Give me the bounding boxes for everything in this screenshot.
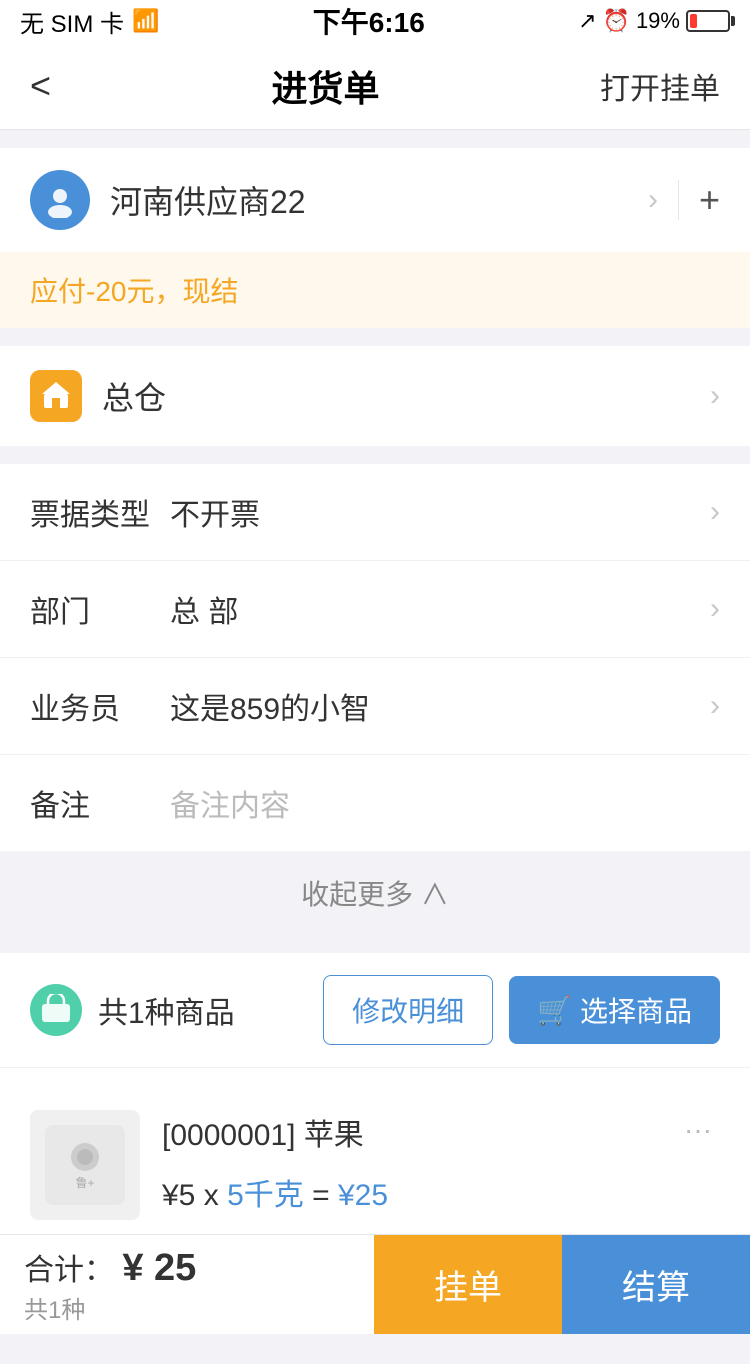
product-info: [0000001] 苹果 ¥5 x 5千克 = ¥25 (162, 1110, 676, 1214)
cart-icon: 🛒 (537, 994, 572, 1027)
product-code: [0000001] (162, 1119, 295, 1152)
warehouse-section: 总仓 › (0, 346, 750, 446)
total-amount-line: 合计： ¥ 25 (24, 1245, 350, 1290)
invoice-chevron-icon: › (710, 495, 720, 529)
invoice-label: 票据类型 (30, 490, 160, 534)
multiply-sign: x (204, 1179, 227, 1212)
battery-fill (690, 14, 697, 28)
product-icon (30, 984, 82, 1036)
supplier-chevron-icon: › (648, 183, 658, 217)
status-bar: 无 SIM 卡 📶 下午6:16 ↗ ⏰ 19% (0, 0, 750, 42)
supplier-row[interactable]: 河南供应商22 › + (0, 148, 750, 252)
avatar (30, 170, 90, 230)
product-price-line: ¥5 x 5千克 = ¥25 (162, 1170, 676, 1214)
location-icon: ↗ (578, 8, 596, 34)
dept-row[interactable]: 部门 总 部 › (0, 561, 750, 658)
nav-bar: < 进货单 打开挂单 (0, 42, 750, 130)
dept-value: 总 部 (160, 587, 700, 631)
total-label: 合计： (24, 1254, 114, 1287)
select-product-button[interactable]: 🛒 选择商品 (509, 976, 720, 1044)
svg-text:鲁+: 鲁+ (75, 1176, 94, 1190)
quantity: 5千克 (227, 1179, 304, 1212)
edit-detail-button[interactable]: 修改明细 (323, 975, 493, 1045)
subtotal: ¥25 (338, 1179, 388, 1212)
sales-label: 业务员 (30, 684, 160, 728)
battery-percent: 19% (636, 8, 680, 34)
product-item: 鲁+ [0000001] 苹果 ¥5 x 5千克 = ¥25 ··· (0, 1086, 750, 1244)
warehouse-icon (30, 370, 82, 422)
remark-label: 备注 (30, 781, 160, 825)
add-supplier-button[interactable]: + (699, 179, 720, 221)
product-thumbnail: 鲁+ (30, 1110, 140, 1220)
form-section: 票据类型 不开票 › 部门 总 部 › 业务员 这是859的小智 › 备注 备注… (0, 464, 750, 851)
alarm-icon: ⏰ (603, 8, 630, 34)
invoice-value: 不开票 (160, 490, 700, 534)
warehouse-name: 总仓 (102, 373, 700, 419)
footer: 合计： ¥ 25 共1种 挂单 结算 (0, 1234, 750, 1334)
product-name: [0000001] 苹果 (162, 1110, 676, 1154)
supplier-name: 河南供应商22 (110, 177, 648, 223)
equals-sign: = (312, 1179, 338, 1212)
sales-chevron-icon: › (710, 689, 720, 723)
footer-total: 合计： ¥ 25 共1种 (0, 1235, 374, 1334)
dept-label: 部门 (30, 587, 160, 631)
invoice-type-row[interactable]: 票据类型 不开票 › (0, 464, 750, 561)
wifi-icon: 📶 (132, 8, 159, 34)
open-hang-button[interactable]: 打开挂单 (600, 64, 720, 108)
remark-row[interactable]: 备注 备注内容 (0, 755, 750, 851)
status-right: ↗ ⏰ 19% (578, 8, 730, 34)
divider (678, 180, 679, 220)
warehouse-chevron-icon: › (710, 379, 720, 413)
sales-row[interactable]: 业务员 这是859的小智 › (0, 658, 750, 755)
product-count: 共1种商品 (98, 988, 323, 1032)
product-section: 共1种商品 修改明细 🛒 选择商品 鲁+ [0000001] 苹果 ¥5 x (0, 953, 750, 1244)
back-button[interactable]: < (30, 65, 51, 107)
supplier-section: 河南供应商22 › + 应付-20元，现结 (0, 148, 750, 328)
status-time: 下午6:16 (313, 1, 425, 41)
sales-value: 这是859的小智 (160, 684, 700, 728)
status-left: 无 SIM 卡 📶 (20, 4, 159, 39)
total-amount: ¥ 25 (122, 1247, 196, 1289)
battery-icon (686, 10, 730, 32)
unit-price: ¥5 (162, 1179, 195, 1212)
pay-button[interactable]: 结算 (562, 1235, 750, 1334)
remark-input[interactable]: 备注内容 (160, 781, 720, 825)
total-sub: 共1种 (24, 1290, 350, 1325)
more-options-button[interactable]: ··· (676, 1110, 720, 1150)
dept-chevron-icon: › (710, 592, 720, 626)
hang-button[interactable]: 挂单 (374, 1235, 562, 1334)
notice-bar: 应付-20元，现结 (0, 252, 750, 328)
collapse-bar[interactable]: 收起更多 ∧ (0, 851, 750, 935)
page-title: 进货单 (272, 60, 380, 112)
carrier-text: 无 SIM 卡 (20, 4, 124, 39)
product-header: 共1种商品 修改明细 🛒 选择商品 (0, 953, 750, 1068)
warehouse-row[interactable]: 总仓 › (0, 346, 750, 446)
